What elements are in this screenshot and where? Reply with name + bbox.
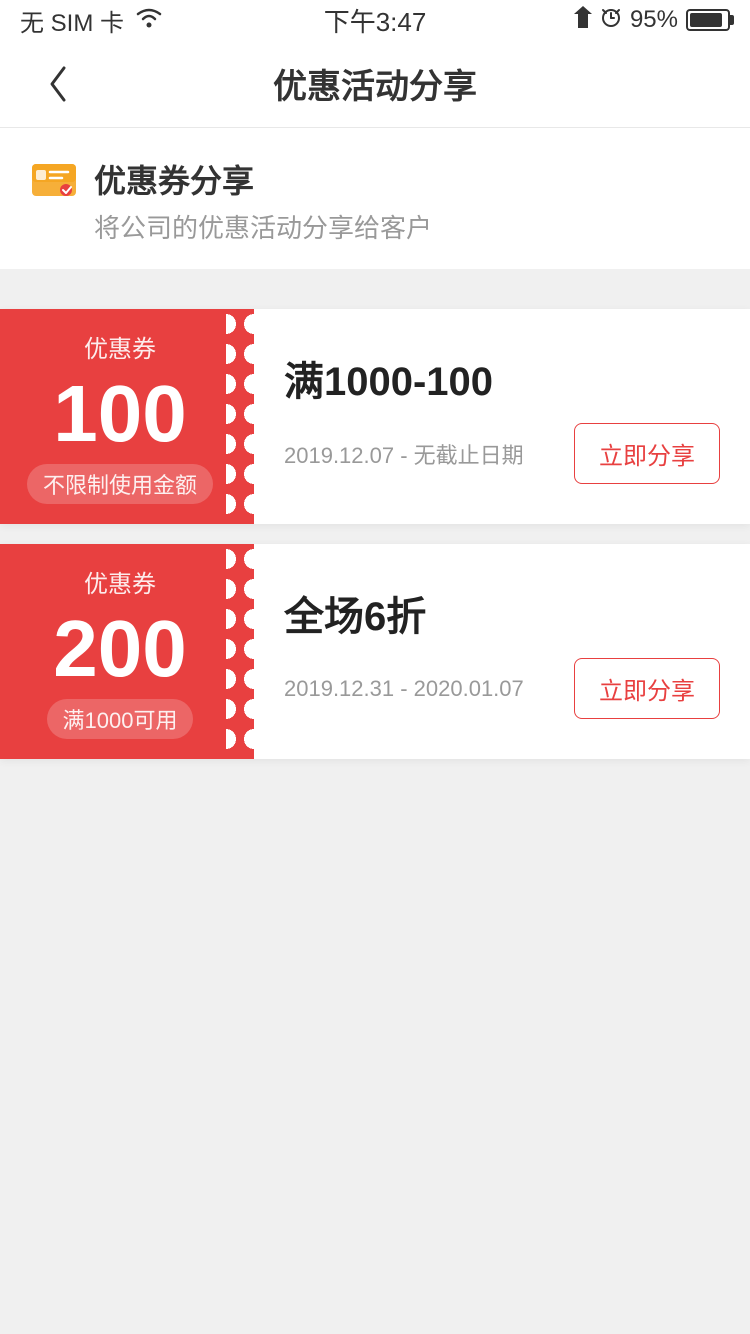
battery-percent: 95%: [630, 6, 678, 34]
status-time: 下午3:47: [324, 2, 427, 39]
section-text: 优惠券分享 将公司的优惠活动分享给客户: [94, 156, 432, 245]
coupon-share-icon: [30, 156, 78, 204]
wifi-icon: [134, 6, 164, 35]
coupon-meta-2: 2019.12.31 - 2020.01.07 立即分享: [284, 658, 720, 719]
back-button[interactable]: [28, 54, 88, 114]
status-bar: 无 SIM 卡 下午3:47 95%: [0, 0, 750, 40]
battery-icon: [686, 9, 730, 31]
location-icon: [574, 6, 592, 35]
coupon-amount-2: 200: [53, 609, 186, 689]
status-left: 无 SIM 卡: [20, 3, 164, 38]
coupon-label-1: 优惠券: [84, 329, 156, 364]
alarm-icon: [600, 6, 622, 35]
coupon-condition-1: 不限制使用金额: [27, 464, 213, 504]
coupon-card-2: 优惠券 200 满1000可用 全场6折 2019.12.31 - 2020.0…: [0, 544, 750, 759]
section-subtitle: 将公司的优惠活动分享给客户: [94, 208, 432, 245]
main-content: 优惠券 100 不限制使用金额 满1000-100 2019.12.07 - 无…: [0, 289, 750, 889]
page-title: 优惠活动分享: [273, 59, 477, 108]
coupon-name-1: 满1000-100: [284, 349, 720, 407]
coupon-condition-2: 满1000可用: [47, 699, 194, 739]
share-button-1[interactable]: 立即分享: [574, 423, 720, 484]
carrier-label: 无 SIM 卡: [20, 3, 124, 38]
coupon-card-1: 优惠券 100 不限制使用金额 满1000-100 2019.12.07 - 无…: [0, 309, 750, 524]
coupon-meta-1: 2019.12.07 - 无截止日期 立即分享: [284, 423, 720, 484]
coupon-name-2: 全场6折: [284, 584, 720, 642]
coupon-right-1: 满1000-100 2019.12.07 - 无截止日期 立即分享: [240, 309, 750, 524]
status-right: 95%: [574, 6, 730, 35]
section-title: 优惠券分享: [94, 156, 432, 202]
coupon-list: 优惠券 100 不限制使用金额 满1000-100 2019.12.07 - 无…: [0, 289, 750, 799]
nav-bar: 优惠活动分享: [0, 40, 750, 128]
coupon-date-1: 2019.12.07 - 无截止日期: [284, 438, 564, 470]
coupon-left-2: 优惠券 200 满1000可用: [0, 544, 240, 759]
section-header: 优惠券分享 将公司的优惠活动分享给客户: [0, 128, 750, 269]
coupon-amount-1: 100: [53, 374, 186, 454]
divider-1: [0, 269, 750, 289]
coupon-right-2: 全场6折 2019.12.31 - 2020.01.07 立即分享: [240, 544, 750, 759]
share-button-2[interactable]: 立即分享: [574, 658, 720, 719]
coupon-label-2: 优惠券: [84, 564, 156, 599]
coupon-date-2: 2019.12.31 - 2020.01.07: [284, 676, 564, 702]
coupon-left-1: 优惠券 100 不限制使用金额: [0, 309, 240, 524]
